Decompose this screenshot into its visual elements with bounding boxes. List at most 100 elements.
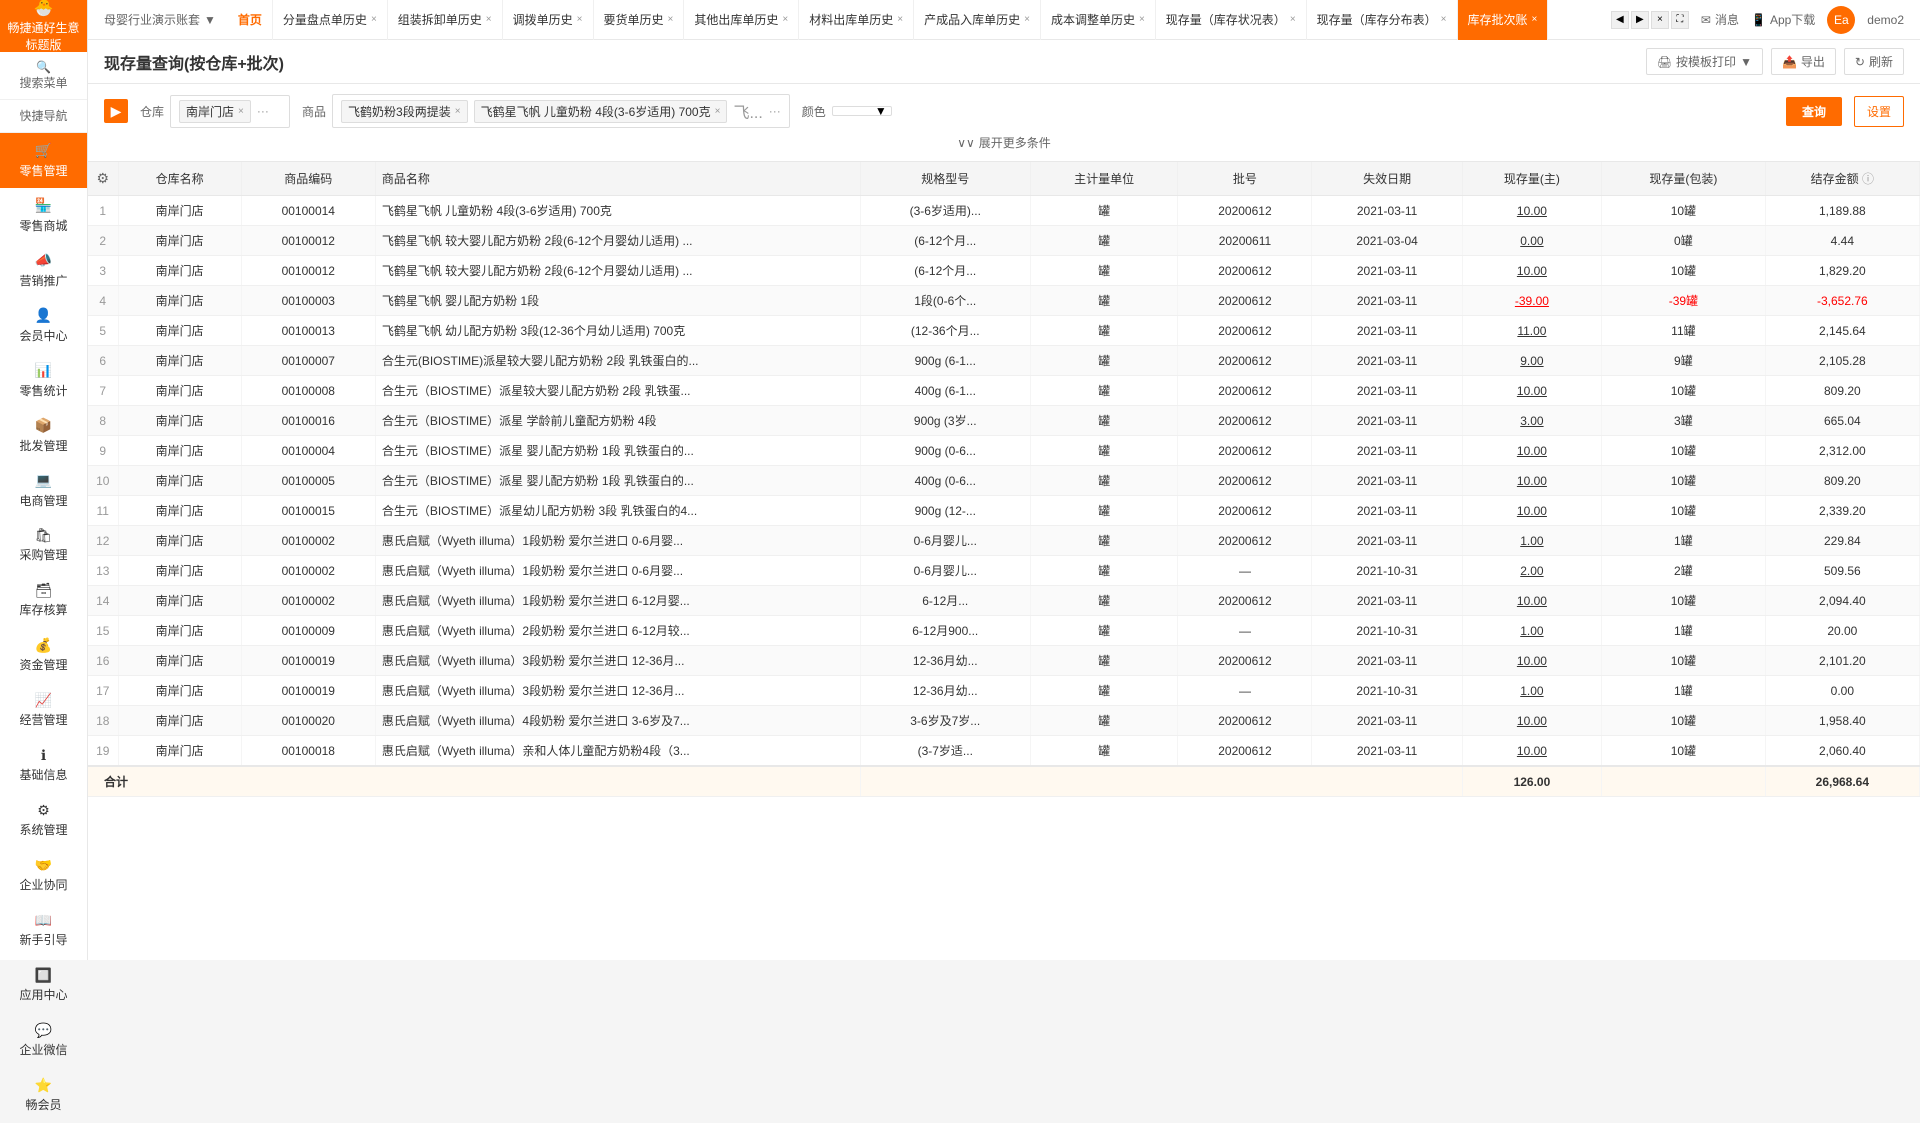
close-tab-11[interactable]: × bbox=[1532, 14, 1538, 25]
sidebar-item-wechat[interactable]: 💬 企业微信 bbox=[0, 1013, 87, 1068]
color-selector[interactable]: ▼ bbox=[832, 106, 892, 116]
top-bar: 母婴行业演示账套 ▼ 首页 分量盘点单历史 × 组装拆卸单历史 × 调拨单历史 … bbox=[88, 0, 1920, 40]
tab-2[interactable]: 组装拆卸单历史 × bbox=[388, 0, 503, 40]
table-settings-icon[interactable]: ⚙ bbox=[96, 170, 109, 186]
tab-6[interactable]: 材料出库单历史 × bbox=[799, 0, 914, 40]
tab-11[interactable]: 库存批次账 × bbox=[1458, 0, 1549, 40]
row-qty-main-4[interactable]: 11.00 bbox=[1462, 316, 1601, 346]
row-index-4: 5 bbox=[88, 316, 118, 346]
row-qty-main-5[interactable]: 9.00 bbox=[1462, 346, 1601, 376]
settings-button[interactable]: 设置 bbox=[1854, 96, 1904, 127]
close-tab-8[interactable]: × bbox=[1139, 14, 1145, 25]
sidebar-item-search[interactable]: 🔍 搜索菜单 bbox=[0, 52, 87, 100]
tab-4[interactable]: 要货单历史 × bbox=[594, 0, 685, 40]
filter-toggle-btn[interactable]: ▶ bbox=[104, 99, 128, 123]
row-qty-main-15[interactable]: 10.00 bbox=[1462, 646, 1601, 676]
row-qty-main-11[interactable]: 1.00 bbox=[1462, 526, 1601, 556]
row-qty-main-14[interactable]: 1.00 bbox=[1462, 616, 1601, 646]
row-qty-main-16[interactable]: 1.00 bbox=[1462, 676, 1601, 706]
close-tab-3[interactable]: × bbox=[577, 14, 583, 25]
print-button[interactable]: 🖨 按模板打印 ▼ bbox=[1646, 48, 1763, 75]
remove-goods-tag-0[interactable]: × bbox=[455, 106, 461, 117]
sidebar-item-retail[interactable]: 🛒 零售管理 bbox=[0, 133, 87, 188]
sidebar-item-finance[interactable]: 💰 资金管理 bbox=[0, 628, 87, 683]
row-qty-main-18[interactable]: 10.00 bbox=[1462, 736, 1601, 767]
row-qty-main-6[interactable]: 10.00 bbox=[1462, 376, 1601, 406]
sidebar-item-biz[interactable]: 📈 经营管理 bbox=[0, 683, 87, 738]
dropdown-icon[interactable]: ▼ bbox=[204, 13, 216, 27]
warehouse-tag-0: 南岸门店 × bbox=[179, 100, 251, 123]
tab-next[interactable]: ▶ bbox=[1631, 11, 1649, 29]
row-code-4: 00100013 bbox=[241, 316, 375, 346]
sidebar-item-retailstat[interactable]: 📊 零售统计 bbox=[0, 353, 87, 408]
tab-3[interactable]: 调拨单历史 × bbox=[503, 0, 594, 40]
close-tab-9[interactable]: × bbox=[1290, 14, 1296, 25]
sidebar-item-inventory[interactable]: 🗃 库存核算 bbox=[0, 573, 87, 628]
row-expire-3: 2021-03-11 bbox=[1312, 286, 1462, 316]
tab-fullscreen[interactable]: ⛶ bbox=[1671, 11, 1689, 29]
close-tab-4[interactable]: × bbox=[668, 14, 674, 25]
tab-10[interactable]: 现存量（库存分布表） × bbox=[1307, 0, 1458, 40]
row-qty-main-10[interactable]: 10.00 bbox=[1462, 496, 1601, 526]
close-tab-7[interactable]: × bbox=[1024, 14, 1030, 25]
row-qty-main-2[interactable]: 10.00 bbox=[1462, 256, 1601, 286]
row-qty-main-13[interactable]: 10.00 bbox=[1462, 586, 1601, 616]
row-name-2: 飞鹤星飞帆 较大婴儿配方奶粉 2段(6-12个月婴幼儿适用) ... bbox=[375, 256, 860, 286]
close-tab-1[interactable]: × bbox=[371, 14, 377, 25]
sidebar-item-ecommerce[interactable]: 💻 电商管理 bbox=[0, 463, 87, 518]
tab-9[interactable]: 现存量（库存状况表） × bbox=[1156, 0, 1307, 40]
sidebar-item-member[interactable]: 👤 会员中心 bbox=[0, 298, 87, 353]
sidebar-item-wholesale[interactable]: 📦 批发管理 bbox=[0, 408, 87, 463]
expand-conditions-btn[interactable]: ∨∨ 展开更多条件 bbox=[104, 134, 1904, 151]
sidebar-item-purchase[interactable]: 🛍 采购管理 bbox=[0, 518, 87, 573]
export-button[interactable]: 📤 导出 bbox=[1771, 48, 1836, 75]
amount-info-icon[interactable]: ⓘ bbox=[1862, 172, 1874, 186]
username: demo2 bbox=[1867, 13, 1904, 27]
message-icon: ✉ bbox=[1701, 13, 1711, 27]
page-content: 现存量查询(按仓库+批次) 🖨 按模板打印 ▼ 📤 导出 ↻ 刷新 bbox=[88, 40, 1920, 960]
sidebar-item-guide[interactable]: 📖 新手引导 bbox=[0, 903, 87, 958]
sidebar-item-basic[interactable]: ℹ 基础信息 bbox=[0, 738, 87, 793]
tab-7[interactable]: 产成品入库单历史 × bbox=[914, 0, 1041, 40]
row-amount-7: 665.04 bbox=[1765, 406, 1919, 436]
row-qty-main-3[interactable]: -39.00 bbox=[1462, 286, 1601, 316]
message-btn[interactable]: ✉ 消息 bbox=[1701, 11, 1739, 28]
sidebar-item-retailshop[interactable]: 🏪 零售商城 bbox=[0, 188, 87, 243]
corp-icon: 🤝 bbox=[4, 856, 83, 876]
row-qty-main-9[interactable]: 10.00 bbox=[1462, 466, 1601, 496]
col-expire: 失效日期 bbox=[1312, 162, 1462, 196]
close-tab-6[interactable]: × bbox=[897, 14, 903, 25]
remove-warehouse-tag-0[interactable]: × bbox=[238, 106, 244, 117]
query-button[interactable]: 查询 bbox=[1786, 97, 1842, 126]
sidebar-item-quicknav[interactable]: 快捷导航 bbox=[0, 100, 87, 133]
tab-close-all[interactable]: × bbox=[1651, 11, 1669, 29]
retailshop-icon: 🏪 bbox=[4, 196, 83, 216]
tab-1[interactable]: 分量盘点单历史 × bbox=[273, 0, 388, 40]
close-tab-5[interactable]: × bbox=[782, 14, 788, 25]
row-code-15: 00100019 bbox=[241, 646, 375, 676]
sidebar-item-vip[interactable]: ⭐ 畅会员 bbox=[0, 1068, 87, 1123]
close-tab-10[interactable]: × bbox=[1441, 14, 1447, 25]
close-tab-2[interactable]: × bbox=[486, 14, 492, 25]
row-qty-main-17[interactable]: 10.00 bbox=[1462, 706, 1601, 736]
sidebar-item-system[interactable]: ⚙ 系统管理 bbox=[0, 793, 87, 848]
row-qty-main-0[interactable]: 10.00 bbox=[1462, 196, 1601, 226]
summary-row: 合计 126.00 26,968.64 bbox=[88, 766, 1920, 797]
row-qty-main-12[interactable]: 2.00 bbox=[1462, 556, 1601, 586]
tab-prev[interactable]: ◀ bbox=[1611, 11, 1629, 29]
tab-home[interactable]: 首页 bbox=[228, 0, 273, 40]
goods-input[interactable]: 飞鹤奶粉3段两提装 × 飞鹤星飞帆 儿童奶粉 4段(3-6岁适用) 700克 ×… bbox=[332, 94, 790, 128]
sidebar-item-corp[interactable]: 🤝 企业协同 bbox=[0, 848, 87, 903]
app-download-btn[interactable]: 📱 App下载 bbox=[1751, 11, 1815, 28]
sidebar-item-apps[interactable]: 🔲 应用中心 bbox=[0, 958, 87, 1013]
row-qty-main-8[interactable]: 10.00 bbox=[1462, 436, 1601, 466]
warehouse-input[interactable]: 南岸门店 × ··· bbox=[170, 95, 290, 128]
refresh-button[interactable]: ↻ 刷新 bbox=[1844, 48, 1904, 75]
row-qty-main-1[interactable]: 0.00 bbox=[1462, 226, 1601, 256]
user-avatar[interactable]: Ea bbox=[1827, 6, 1855, 34]
sidebar-item-marketing[interactable]: 📣 营销推广 bbox=[0, 243, 87, 298]
remove-goods-tag-1[interactable]: × bbox=[715, 106, 721, 117]
row-qty-main-7[interactable]: 3.00 bbox=[1462, 406, 1601, 436]
tab-5[interactable]: 其他出库单历史 × bbox=[684, 0, 799, 40]
tab-8[interactable]: 成本调整单历史 × bbox=[1041, 0, 1156, 40]
